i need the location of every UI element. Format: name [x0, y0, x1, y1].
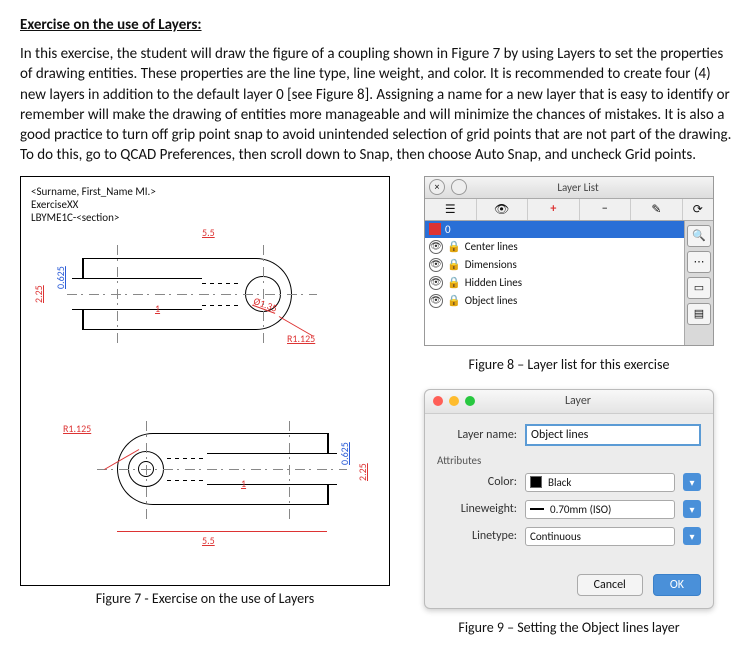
fig7-dim-inner-1-top: 1 — [155, 303, 160, 315]
side-button-1[interactable]: 🔍 — [687, 225, 711, 247]
edit-layer-button[interactable]: ✎ — [631, 199, 683, 220]
side-button-4[interactable]: ▤ — [687, 303, 711, 325]
color-value: Black — [548, 476, 670, 489]
eye-icon[interactable]: 👁 — [429, 258, 443, 272]
fig7-dim-right-inner: 0.625 — [339, 442, 351, 465]
layer-color-icon — [429, 223, 441, 235]
eye-icon[interactable]: 👁 — [429, 294, 443, 308]
dialog-title: Layer — [451, 394, 705, 408]
close-icon[interactable] — [433, 396, 443, 406]
chevron-down-icon[interactable]: ▾ — [683, 500, 701, 518]
layer-items-list: 0 👁 🔒 Center lines 👁 🔒 Dimensions 👁 — [425, 221, 685, 345]
fig7-dim-inner-1-bot: 1 — [241, 478, 246, 490]
lock-icon: 🔒 — [447, 240, 461, 253]
figures-container: <Surname, First_Name MI.> ExerciseXX LBY… — [20, 176, 732, 636]
dialog-titlebar: Layer — [425, 390, 713, 414]
layer-name-label: Layer name: — [437, 428, 517, 442]
layer-list-header: × Layer List — [425, 177, 713, 199]
fig7-titleblock-line3: LBYME1C-<section> — [31, 211, 119, 224]
layer-name: Hidden Lines — [465, 276, 522, 289]
layer-name-input[interactable]: Object lines — [525, 424, 701, 446]
dialog-buttons: Cancel OK — [425, 564, 713, 608]
layer-name: Dimensions — [465, 258, 517, 271]
lineweight-label: Lineweight: — [437, 502, 517, 516]
chevron-down-icon[interactable]: ▾ — [683, 527, 701, 545]
layer-name: Center lines — [465, 240, 518, 253]
fig7-titleblock-line1: <Surname, First_Name MI.> — [31, 185, 156, 198]
figure-7-drawing: <Surname, First_Name MI.> ExerciseXX LBY… — [20, 176, 390, 586]
layer-list-sidebar: 🔍 ⋯ ▭ ▤ — [685, 221, 713, 345]
toolbar-btn-refresh[interactable]: ⟳ — [683, 199, 713, 220]
fig7-dim-top-length: 5.5 — [202, 227, 215, 239]
layer-row-object[interactable]: 👁 🔒 Object lines — [425, 292, 684, 310]
layer-name: Object lines — [465, 294, 518, 307]
lock-icon: 🔒 — [447, 276, 461, 289]
layer-row-dimensions[interactable]: 👁 🔒 Dimensions — [425, 256, 684, 274]
linetype-combo[interactable]: Continuous — [525, 527, 675, 546]
layer-row-center[interactable]: 👁 🔒 Center lines — [425, 238, 684, 256]
linetype-label: Linetype: — [437, 529, 517, 543]
toolbar-btn-1[interactable]: ☰ — [425, 199, 477, 220]
figure-7-column: <Surname, First_Name MI.> ExerciseXX LBY… — [20, 176, 390, 607]
linetype-value: Continuous — [530, 530, 670, 543]
fig7-titleblock-line2: ExerciseXX — [31, 198, 78, 211]
attributes-label: Attributes — [437, 454, 701, 467]
lineweight-value: 0.70mm (ISO) — [550, 503, 670, 516]
eye-icon[interactable]: 👁 — [429, 240, 443, 254]
lock-icon: 🔒 — [447, 258, 461, 271]
chevron-down-icon[interactable]: ▾ — [683, 473, 701, 491]
layer-dialog: Layer Layer name: Object lines Attribute… — [424, 389, 714, 609]
layer-list-title: Layer List — [473, 181, 683, 194]
page-title: Exercise on the use of Layers: — [20, 16, 732, 34]
layer-name: 0 — [445, 223, 451, 236]
body-paragraph: In this exercise, the student will draw … — [20, 44, 732, 166]
fig7-dim-bottom-length: 5.5 — [202, 535, 215, 547]
color-combo[interactable]: Black — [525, 473, 675, 492]
minimize-icon[interactable] — [451, 179, 467, 195]
dialog-body: Layer name: Object lines Attributes Colo… — [425, 414, 713, 564]
add-layer-button[interactable]: + — [528, 199, 580, 220]
figure-8-caption: Figure 8 – Layer list for this exercise — [408, 356, 730, 373]
layer-row-hidden[interactable]: 👁 🔒 Hidden Lines — [425, 274, 684, 292]
fig7-dim-radius-bot: R1.125 — [63, 423, 91, 435]
fig7-dim-right-outer: 2.25 — [357, 463, 369, 481]
lineweight-combo[interactable]: 0.70mm (ISO) — [525, 500, 675, 519]
fig7-dim-left-outer: 2.25 — [33, 285, 45, 303]
lineweight-preview-icon — [530, 508, 544, 510]
layer-list-panel: × Layer List ☰ 👁 + − ✎ ⟳ 0 — [424, 176, 714, 346]
figure-7-caption: Figure 7 - Exercise on the use of Layers — [20, 590, 390, 607]
close-icon[interactable]: × — [429, 179, 445, 195]
layer-row-0[interactable]: 0 — [425, 221, 684, 238]
fig7-dim-left-inner: 0.625 — [55, 266, 67, 289]
side-button-2[interactable]: ⋯ — [687, 251, 711, 273]
right-column: × Layer List ☰ 👁 + − ✎ ⟳ 0 — [408, 176, 730, 636]
eye-icon[interactable]: 👁 — [477, 199, 529, 220]
eye-icon[interactable]: 👁 — [429, 276, 443, 290]
color-label: Color: — [437, 475, 517, 489]
figure-9-caption: Figure 9 – Setting the Object lines laye… — [408, 619, 730, 636]
lock-icon: 🔒 — [447, 294, 461, 307]
side-button-3[interactable]: ▭ — [687, 277, 711, 299]
cancel-button[interactable]: Cancel — [577, 574, 643, 596]
layer-list-toolbar: ☰ 👁 + − ✎ ⟳ — [425, 199, 713, 221]
remove-layer-button[interactable]: − — [580, 199, 632, 220]
ok-button[interactable]: OK — [653, 574, 701, 596]
color-swatch-icon — [530, 476, 542, 488]
